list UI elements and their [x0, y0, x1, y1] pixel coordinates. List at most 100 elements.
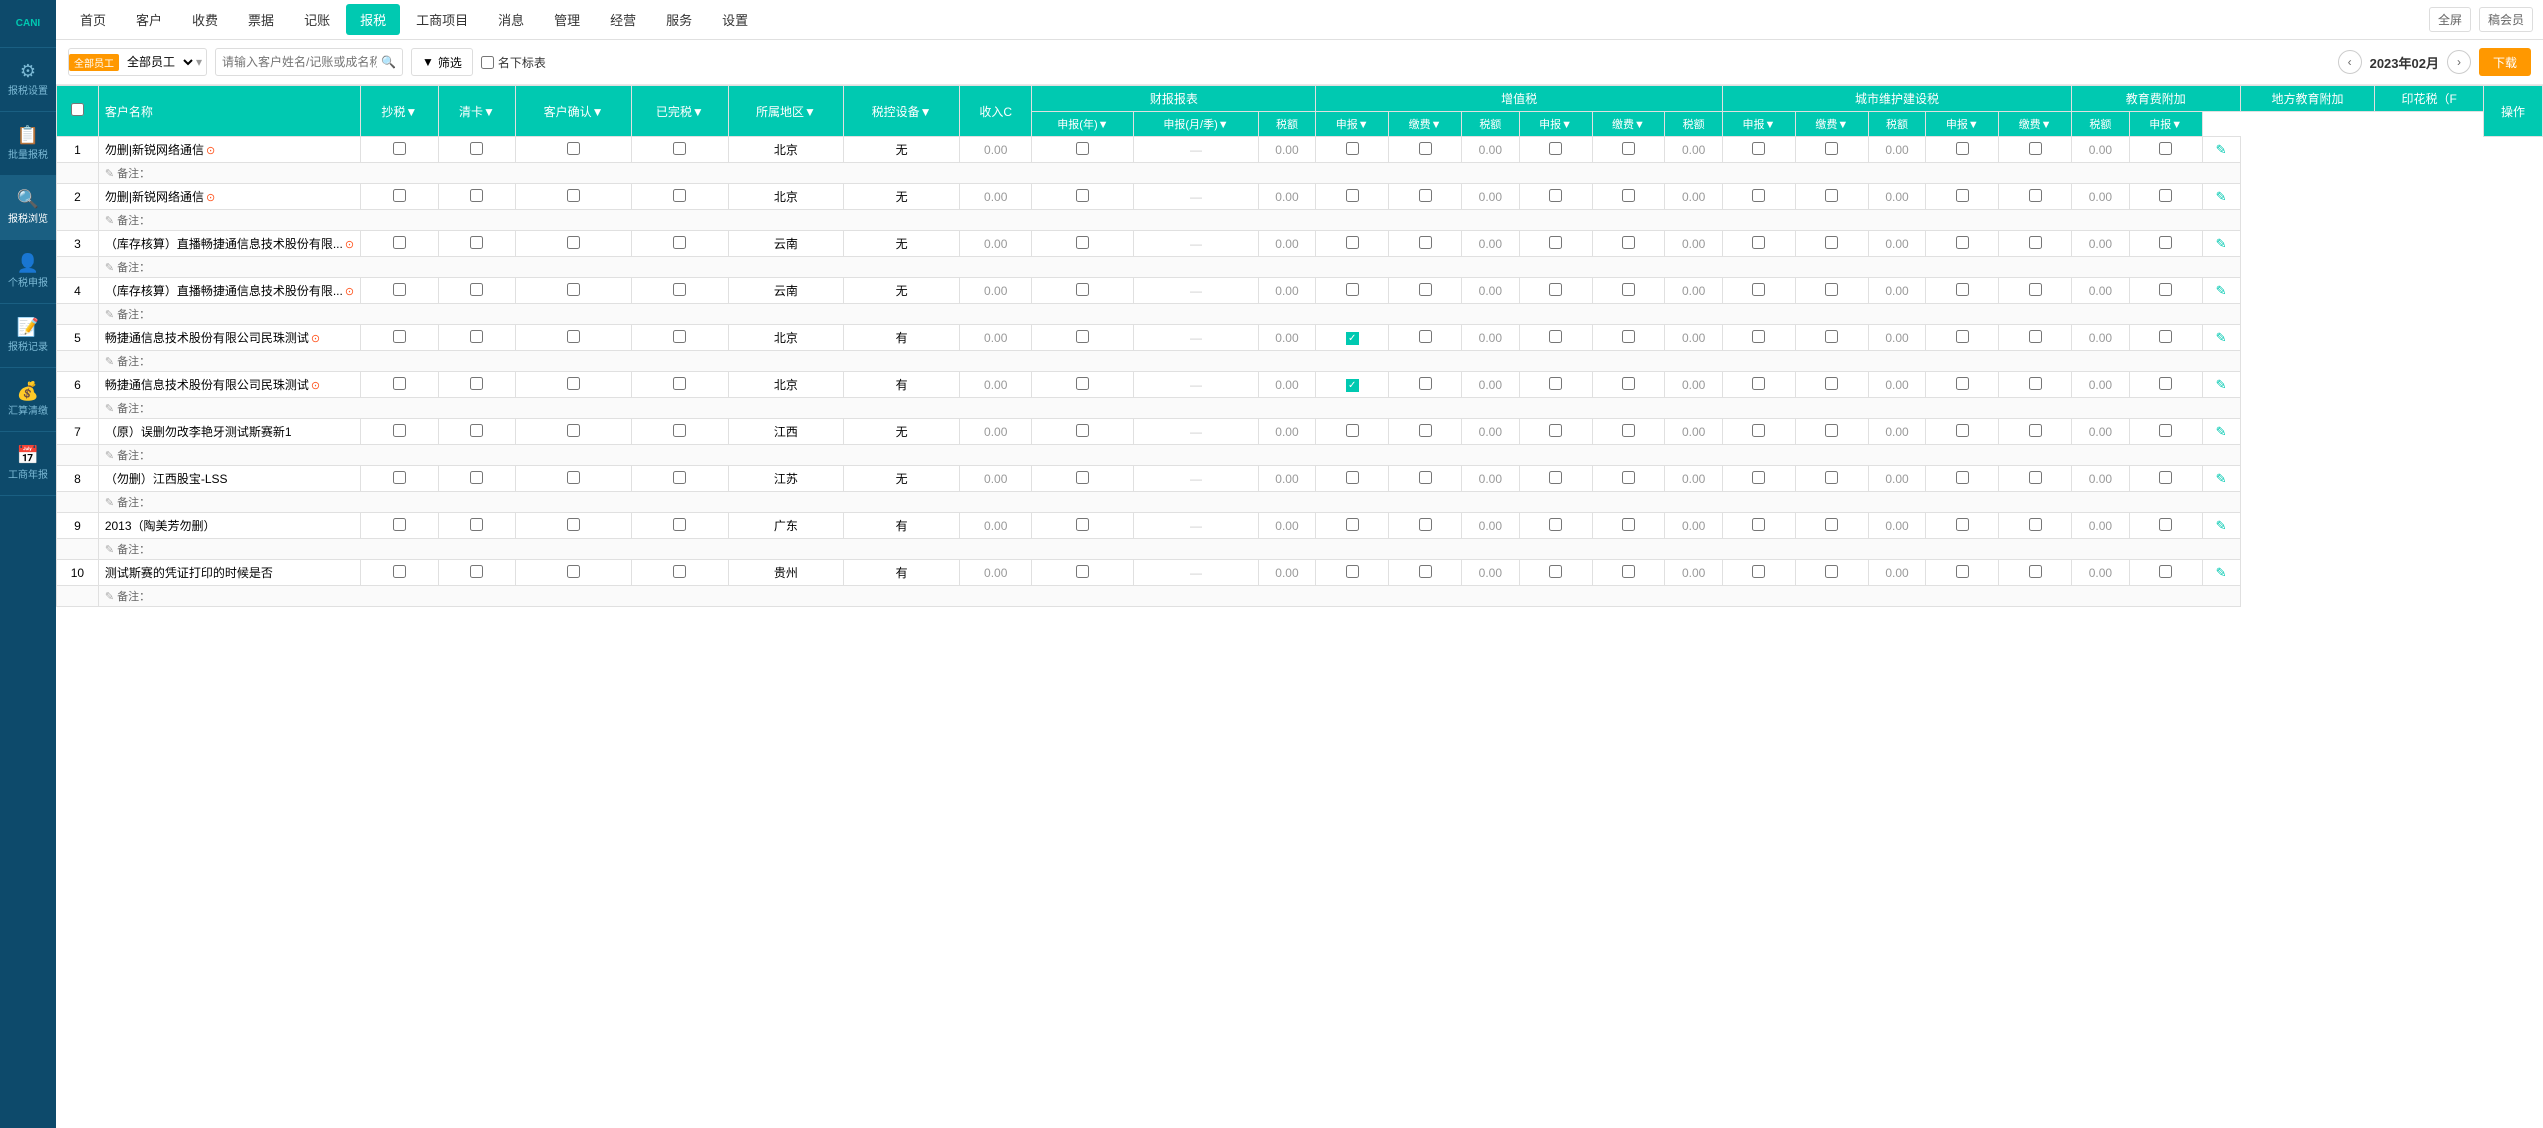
cell-chengshi-pay[interactable] [1592, 513, 1665, 539]
cell-yiwanshu[interactable] [631, 231, 728, 257]
cell-caibao-year[interactable] [1032, 419, 1134, 445]
cell-chaoshu[interactable] [361, 137, 439, 163]
cell-chengshi-apply[interactable] [1519, 513, 1592, 539]
prev-month-button[interactable]: ‹ [2338, 50, 2362, 74]
cell-difang-pay[interactable] [1999, 137, 2072, 163]
cell-difang-pay[interactable] [1999, 184, 2072, 210]
cell-qingka[interactable] [438, 560, 516, 586]
cell-difang-apply[interactable] [1926, 325, 1999, 351]
cell-jiaoyufei-apply[interactable] [1723, 325, 1796, 351]
cell-caibao-year[interactable] [1032, 466, 1134, 492]
table-container[interactable]: 客户名称 抄税▼ 清卡▼ 客户确认▼ 已完税▼ 所属地区▼ 税控设备▼ 收入C … [56, 85, 2543, 1128]
cell-jiaoyufei-pay[interactable] [1795, 513, 1868, 539]
cell-yinhua-apply[interactable] [2129, 419, 2202, 445]
cell-operation[interactable]: ✎ [2202, 419, 2240, 445]
cell-chengshi-pay[interactable] [1592, 278, 1665, 304]
cell-difang-apply[interactable] [1926, 419, 1999, 445]
nav-jizhang[interactable]: 记账 [290, 4, 344, 35]
cell-operation[interactable]: ✎ [2202, 137, 2240, 163]
edit-icon[interactable]: ✎ [2216, 330, 2227, 345]
cell-qingka[interactable] [438, 466, 516, 492]
cell-jiaoyufei-apply[interactable] [1723, 184, 1796, 210]
search-input[interactable] [222, 55, 377, 69]
cell-jiaoyufei-pay[interactable] [1795, 466, 1868, 492]
cell-chengshi-apply[interactable] [1519, 560, 1592, 586]
cell-zengshui-apply[interactable] [1316, 419, 1389, 445]
cell-chengshi-pay[interactable] [1592, 560, 1665, 586]
note-edit-icon[interactable]: ✎ [105, 450, 114, 462]
cell-qingka[interactable] [438, 372, 516, 398]
edit-icon[interactable]: ✎ [2216, 471, 2227, 486]
note-edit-icon[interactable]: ✎ [105, 497, 114, 509]
cell-chaoshu[interactable] [361, 419, 439, 445]
cell-caibao-year[interactable] [1032, 184, 1134, 210]
cell-jiaoyufei-apply[interactable] [1723, 278, 1796, 304]
cell-zengshui-pay[interactable] [1389, 325, 1462, 351]
cell-chengshi-pay[interactable] [1592, 372, 1665, 398]
cell-chengshi-apply[interactable] [1519, 419, 1592, 445]
cell-yinhua-apply[interactable] [2129, 560, 2202, 586]
cell-operation[interactable]: ✎ [2202, 513, 2240, 539]
cell-difang-pay[interactable] [1999, 560, 2072, 586]
cell-kehuqueren[interactable] [516, 466, 632, 492]
cell-jiaoyufei-pay[interactable] [1795, 325, 1868, 351]
cell-jiaoyufei-pay[interactable] [1795, 137, 1868, 163]
sidebar-item-liulan[interactable]: 🔍 报税浏览 [0, 176, 56, 240]
cell-difang-apply[interactable] [1926, 513, 1999, 539]
cell-yinhua-apply[interactable] [2129, 513, 2202, 539]
cell-chaoshu[interactable] [361, 278, 439, 304]
cell-zengshui-apply[interactable] [1316, 560, 1389, 586]
cell-difang-apply[interactable] [1926, 560, 1999, 586]
cell-yiwanshu[interactable] [631, 560, 728, 586]
cell-operation[interactable]: ✎ [2202, 231, 2240, 257]
note-edit-icon[interactable]: ✎ [105, 309, 114, 321]
cell-difang-apply[interactable] [1926, 137, 1999, 163]
cell-qingka[interactable] [438, 231, 516, 257]
cell-chaoshu[interactable] [361, 184, 439, 210]
nav-gongshang[interactable]: 工商项目 [402, 4, 482, 35]
cell-qingka[interactable] [438, 325, 516, 351]
cell-chengshi-apply[interactable] [1519, 466, 1592, 492]
cell-qingka[interactable] [438, 278, 516, 304]
cell-chaoshu[interactable] [361, 466, 439, 492]
cell-difang-pay[interactable] [1999, 419, 2072, 445]
cell-yinhua-apply[interactable] [2129, 325, 2202, 351]
cell-jiaoyufei-pay[interactable] [1795, 560, 1868, 586]
note-edit-icon[interactable]: ✎ [105, 168, 114, 180]
cell-kehuqueren[interactable] [516, 231, 632, 257]
cell-kehuqueren[interactable] [516, 184, 632, 210]
edit-icon[interactable]: ✎ [2216, 377, 2227, 392]
cell-jiaoyufei-pay[interactable] [1795, 372, 1868, 398]
next-month-button[interactable]: › [2447, 50, 2471, 74]
cell-caibao-year[interactable] [1032, 325, 1134, 351]
cell-yiwanshu[interactable] [631, 184, 728, 210]
cell-yinhua-apply[interactable] [2129, 231, 2202, 257]
cell-chaoshu[interactable] [361, 513, 439, 539]
cell-chengshi-pay[interactable] [1592, 325, 1665, 351]
cell-jiaoyufei-pay[interactable] [1795, 184, 1868, 210]
cell-operation[interactable]: ✎ [2202, 560, 2240, 586]
cell-yinhua-apply[interactable] [2129, 137, 2202, 163]
cell-caibao-year[interactable] [1032, 513, 1134, 539]
cell-zengshui-pay[interactable] [1389, 419, 1462, 445]
cell-qingka[interactable] [438, 184, 516, 210]
cell-difang-apply[interactable] [1926, 184, 1999, 210]
cell-zengshui-apply[interactable] [1316, 231, 1389, 257]
cell-chaoshu[interactable] [361, 372, 439, 398]
cell-chengshi-pay[interactable] [1592, 137, 1665, 163]
cell-qingka[interactable] [438, 513, 516, 539]
edit-icon[interactable]: ✎ [2216, 565, 2227, 580]
cell-yinhua-apply[interactable] [2129, 466, 2202, 492]
mingxia-checkbox[interactable] [481, 56, 494, 69]
cell-jiaoyufei-apply[interactable] [1723, 513, 1796, 539]
cell-zengshui-apply[interactable] [1316, 278, 1389, 304]
cell-difang-apply[interactable] [1926, 466, 1999, 492]
note-edit-icon[interactable]: ✎ [105, 544, 114, 556]
cell-caibao-year[interactable] [1032, 231, 1134, 257]
download-button[interactable]: 下载 [2479, 48, 2531, 76]
cell-yiwanshu[interactable] [631, 325, 728, 351]
cell-zengshui-pay[interactable] [1389, 184, 1462, 210]
cell-chengshi-pay[interactable] [1592, 184, 1665, 210]
cell-zengshui-pay[interactable] [1389, 278, 1462, 304]
cell-zengshui-apply[interactable] [1316, 137, 1389, 163]
